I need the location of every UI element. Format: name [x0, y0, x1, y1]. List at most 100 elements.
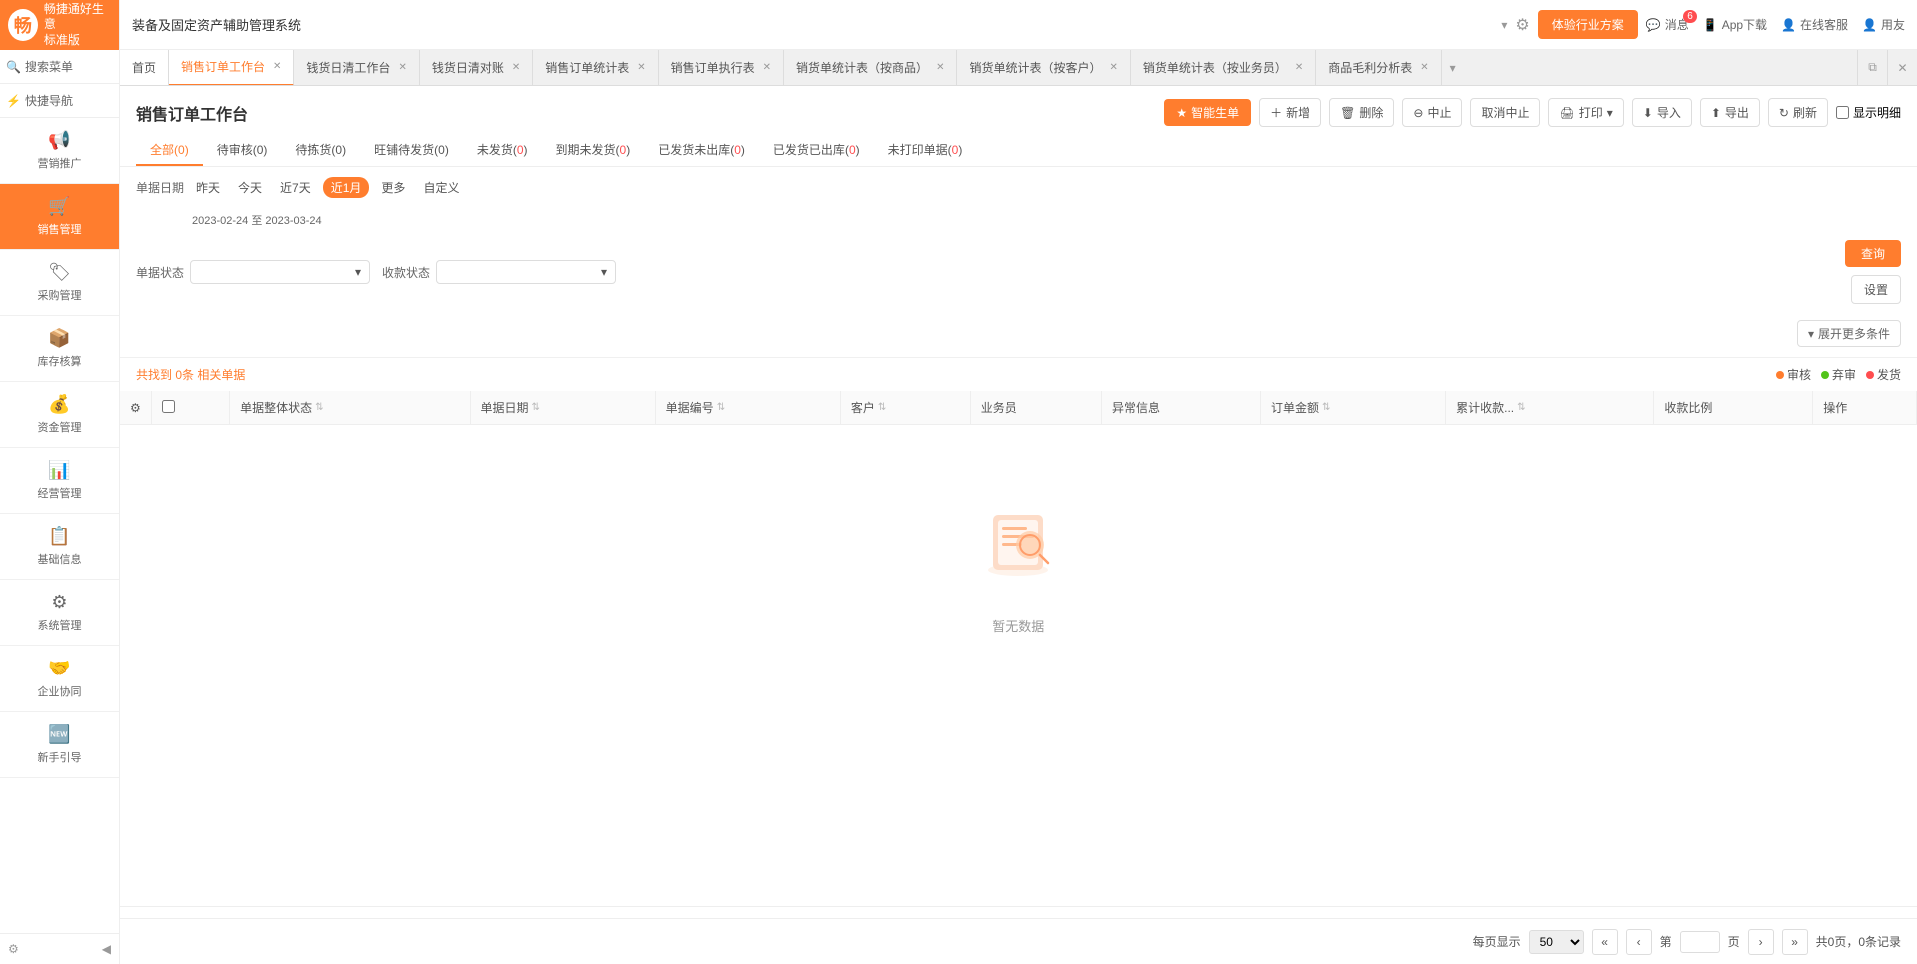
- cancel-stop-button[interactable]: 取消中止: [1470, 98, 1540, 127]
- ship-action-button[interactable]: 发货: [1866, 366, 1901, 383]
- message-button[interactable]: 💬 消息 6: [1646, 16, 1689, 33]
- import-button[interactable]: ⬇ 导入: [1632, 98, 1692, 127]
- sidebar-item-inventory[interactable]: 📦 库存核算: [0, 316, 119, 382]
- col-checkbox[interactable]: [151, 391, 229, 425]
- filter-opt-today[interactable]: 今天: [232, 177, 268, 198]
- sidebar-item-enterprise[interactable]: 🤝 企业协同: [0, 646, 119, 712]
- smart-create-button[interactable]: ★ 智能生单: [1164, 99, 1251, 126]
- tab-close-sales-stat-staff[interactable]: ✕: [1295, 62, 1303, 73]
- subtab-pending-inspect[interactable]: 待拣货(0): [281, 135, 360, 166]
- subtab-pending-review[interactable]: 待审核(0): [203, 135, 282, 166]
- stop-button[interactable]: ⊖ 中止: [1402, 98, 1462, 127]
- tab-sales-stat[interactable]: 销售订单统计表 ✕: [533, 50, 658, 86]
- select-all-checkbox[interactable]: [162, 400, 175, 413]
- settings-button[interactable]: 设置: [1851, 275, 1901, 304]
- tab-cash-reconcile[interactable]: 钱货日清对账 ✕: [420, 50, 533, 86]
- next-page-button[interactable]: ›: [1748, 929, 1774, 955]
- add-button[interactable]: ＋ 新增: [1259, 98, 1321, 127]
- payment-filter-select[interactable]: ▾: [436, 260, 616, 284]
- tab-close-sales-workbench[interactable]: ✕: [273, 61, 281, 72]
- topbar-settings-icon[interactable]: ⚙: [1515, 15, 1529, 35]
- sort-amount-icon[interactable]: ⇅: [1322, 402, 1330, 413]
- tab-sales-stat-staff[interactable]: 销货单统计表（按业务员） ✕: [1131, 50, 1316, 86]
- expand-conditions-button[interactable]: ▾ 展开更多条件: [1797, 320, 1901, 347]
- refresh-button[interactable]: ↻ 刷新: [1768, 98, 1828, 127]
- tab-sales-workbench[interactable]: 销售订单工作台 ✕: [169, 50, 294, 86]
- tab-sales-stat-product[interactable]: 销货单统计表（按商品） ✕: [784, 50, 957, 86]
- collapse-icon[interactable]: ◀: [102, 942, 111, 956]
- export-button[interactable]: ⬆ 导出: [1700, 98, 1760, 127]
- subtab-expired-not-shipped[interactable]: 到期未发货(0): [542, 135, 645, 166]
- user-menu[interactable]: 👤 用友: [1862, 16, 1905, 33]
- subtab-not-shipped[interactable]: 未发货(0): [463, 135, 542, 166]
- tab-bar: 首页 销售订单工作台 ✕ 钱货日清工作台 ✕ 钱货日清对账 ✕ 销售订单统计表 …: [120, 50, 1917, 86]
- industry-solution-button[interactable]: 体验行业方案: [1538, 10, 1638, 39]
- filter-opt-7days[interactable]: 近7天: [274, 177, 317, 198]
- status-filter-select[interactable]: ▾: [190, 260, 370, 284]
- filter-opt-custom[interactable]: 自定义: [417, 177, 465, 198]
- detail-checkbox-input[interactable]: [1836, 106, 1849, 119]
- prev-page-button[interactable]: ‹: [1626, 929, 1652, 955]
- page-size-select[interactable]: 10 20 50 100: [1529, 930, 1584, 954]
- online-service-button[interactable]: 👤 在线客服: [1781, 16, 1848, 33]
- tab-sales-exec[interactable]: 销售订单执行表 ✕: [659, 50, 784, 86]
- delete-button[interactable]: 🗑 删除: [1329, 98, 1394, 127]
- tab-minimize-button[interactable]: ✕: [1887, 50, 1917, 86]
- tab-restore-button[interactable]: ⧉: [1857, 50, 1887, 86]
- tab-more-button[interactable]: ▾: [1442, 50, 1464, 86]
- horizontal-scrollbar[interactable]: [120, 906, 1917, 918]
- sort-date-icon[interactable]: ⇅: [532, 402, 540, 413]
- filter-opt-yesterday[interactable]: 昨天: [190, 177, 226, 198]
- sidebar-search[interactable]: 🔍 搜索菜单: [0, 50, 119, 84]
- query-button[interactable]: 查询: [1845, 240, 1901, 267]
- first-page-button[interactable]: «: [1592, 929, 1618, 955]
- topbar-dropdown-arrow[interactable]: ▾: [1501, 18, 1507, 32]
- tab-close-cash-daily[interactable]: ✕: [398, 62, 406, 73]
- tab-margin-analysis[interactable]: 商品毛利分析表 ✕: [1316, 50, 1441, 86]
- sidebar-item-system[interactable]: ⚙ 系统管理: [0, 580, 119, 646]
- subtab-shipped-out[interactable]: 已发货已出库(0): [759, 135, 874, 166]
- unreviewed-action-button[interactable]: 弃审: [1821, 366, 1856, 383]
- sidebar-item-operations[interactable]: 📊 经营管理: [0, 448, 119, 514]
- logo-text: 畅捷通好生意 标准版: [44, 2, 111, 49]
- sort-customer-icon[interactable]: ⇅: [878, 402, 886, 413]
- col-operation: 操作: [1813, 391, 1917, 425]
- col-settings[interactable]: ⚙: [120, 391, 151, 425]
- sidebar-item-purchase[interactable]: 🏷 采购管理: [0, 250, 119, 316]
- review-action-button[interactable]: 审核: [1776, 366, 1811, 383]
- sort-number-icon[interactable]: ⇅: [717, 402, 725, 413]
- tab-home[interactable]: 首页: [120, 50, 169, 86]
- delete-icon: 🗑: [1340, 106, 1355, 120]
- tab-sales-stat-customer[interactable]: 销货单统计表（按客户） ✕: [957, 50, 1130, 86]
- inventory-icon: 📦: [48, 328, 70, 349]
- print-button[interactable]: 🖨 打印 ▾: [1548, 98, 1623, 127]
- filter-opt-1month[interactable]: 近1月: [323, 177, 370, 198]
- tab-cash-daily[interactable]: 钱货日清工作台 ✕: [294, 50, 419, 86]
- tab-close-sales-exec[interactable]: ✕: [763, 62, 771, 73]
- tab-close-sales-stat-product[interactable]: ✕: [936, 62, 944, 73]
- sidebar-item-basics[interactable]: 📋 基础信息: [0, 514, 119, 580]
- app-download-button[interactable]: 📱 App下载: [1703, 16, 1767, 33]
- sidebar-item-guide[interactable]: 🆕 新手引导: [0, 712, 119, 778]
- tab-close-sales-stat-customer[interactable]: ✕: [1109, 62, 1117, 73]
- tab-close-margin-analysis[interactable]: ✕: [1420, 62, 1428, 73]
- add-icon: ＋: [1270, 104, 1282, 121]
- filter-opt-more[interactable]: 更多: [375, 177, 411, 198]
- subtab-not-printed[interactable]: 未打印单据(0): [874, 135, 977, 166]
- settings-icon[interactable]: ⚙: [8, 942, 19, 956]
- sort-collected-icon[interactable]: ⇅: [1517, 402, 1525, 413]
- sidebar-item-marketing[interactable]: 📢 营销推广: [0, 118, 119, 184]
- sidebar-item-sales[interactable]: 🛒 销售管理: [0, 184, 119, 250]
- sidebar-item-finance[interactable]: 💰 资金管理: [0, 382, 119, 448]
- sidebar-logo: 畅 畅捷通好生意 标准版: [0, 0, 119, 50]
- page-number-input[interactable]: 1: [1680, 931, 1720, 953]
- show-detail-checkbox[interactable]: 显示明细: [1836, 104, 1901, 121]
- sort-status-icon[interactable]: ⇅: [315, 402, 323, 413]
- tab-close-cash-reconcile[interactable]: ✕: [512, 62, 520, 73]
- tab-close-sales-stat[interactable]: ✕: [637, 62, 645, 73]
- sidebar-quick-nav[interactable]: ⚡ 快捷导航: [0, 84, 119, 118]
- subtab-shipped-not-out[interactable]: 已发货未出库(0): [644, 135, 759, 166]
- last-page-button[interactable]: »: [1782, 929, 1808, 955]
- subtab-all[interactable]: 全部(0): [136, 135, 203, 166]
- subtab-wangpu-delivery[interactable]: 旺铺待发货(0): [360, 135, 463, 166]
